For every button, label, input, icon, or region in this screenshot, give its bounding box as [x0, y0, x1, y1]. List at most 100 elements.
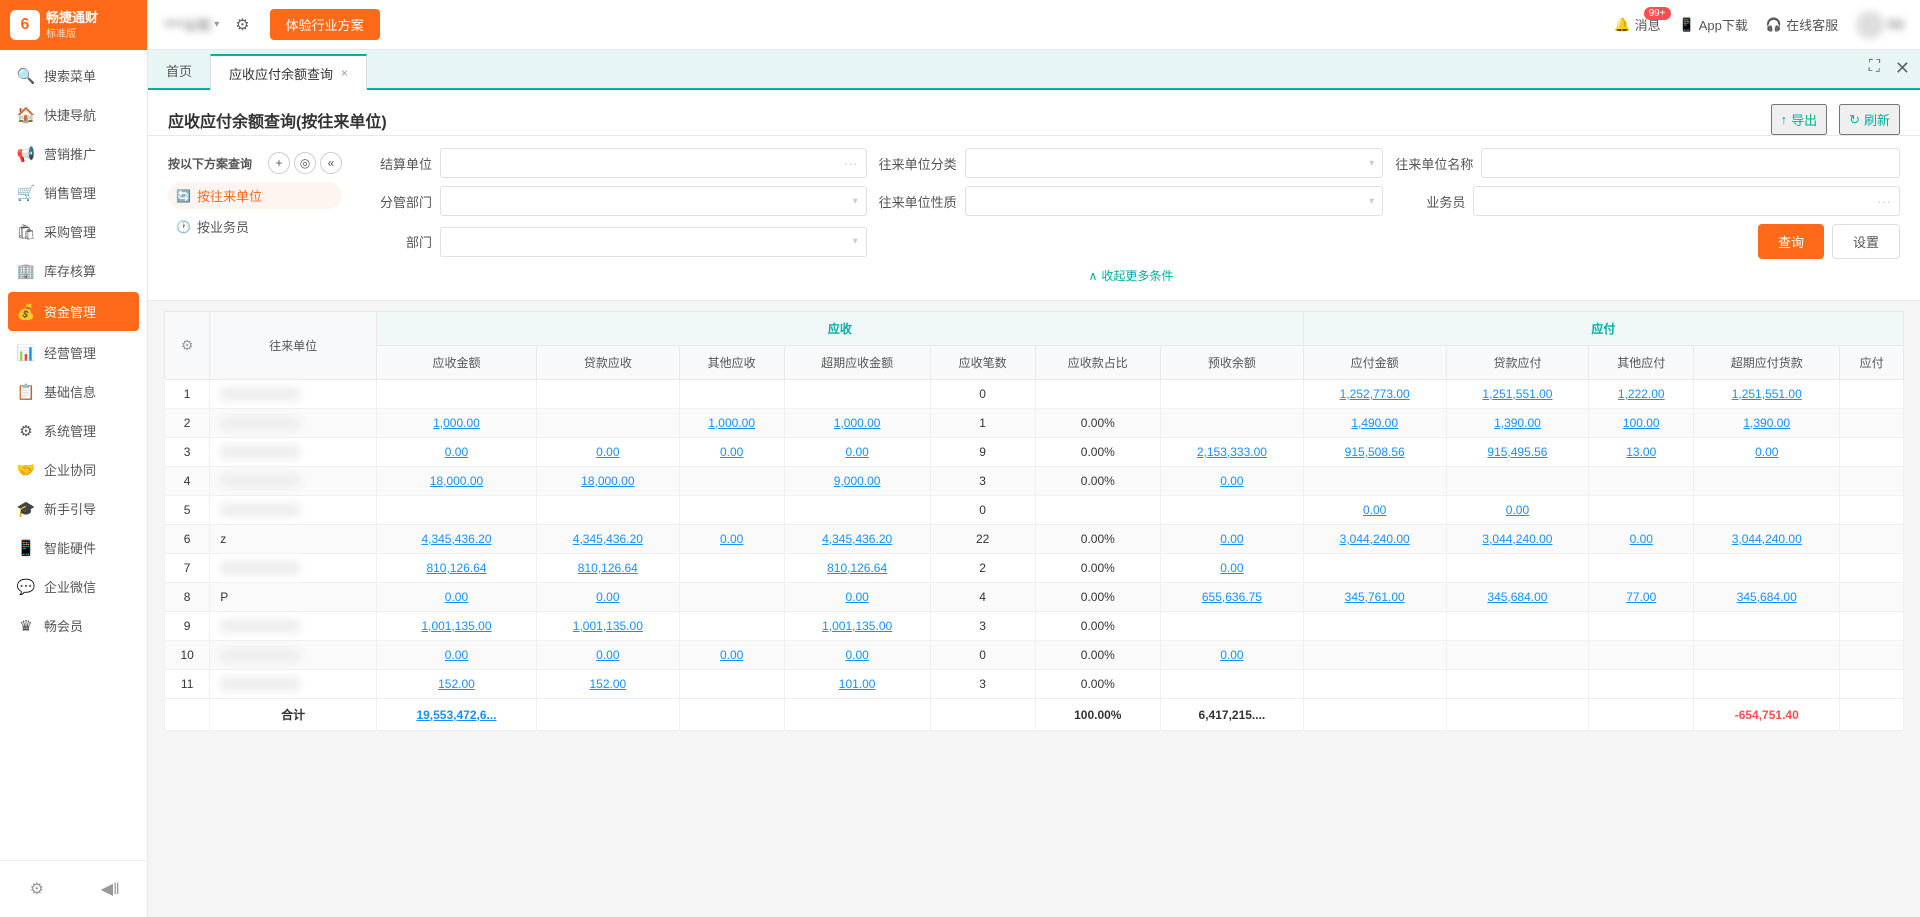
service-btn[interactable]: 🎧 在线客服 — [1766, 15, 1838, 34]
download-btn[interactable]: 📱 App下载 — [1679, 15, 1748, 34]
sidebar-item-search[interactable]: 🔍 搜索菜单 — [0, 56, 147, 95]
dropdown-arrow-icon: ▾ — [1369, 158, 1374, 169]
target-scheme-btn[interactable]: ◎ — [294, 152, 316, 174]
col-loan-payable: 贷款应付 — [1446, 346, 1589, 380]
table-row: 1████████01,252,773.001,251,551.001,222.… — [165, 380, 1904, 409]
field-unit-nature: 往来单位性质 ▾ — [879, 186, 1384, 216]
col-other-payable: 其他应付 — [1589, 346, 1694, 380]
promo-button[interactable]: 体验行业方案 — [270, 9, 380, 40]
logo-icon: 6 — [10, 10, 40, 40]
ellipsis-icon2[interactable]: ··· — [1877, 193, 1891, 209]
maximize-icon[interactable]: ⛶ — [1869, 58, 1880, 76]
refresh-button[interactable]: ↻ 刷新 — [1839, 104, 1900, 135]
col-overdue-receivable: 超期应收金额 — [784, 346, 930, 380]
dept-manager-select[interactable]: ▾ — [440, 186, 867, 216]
close-window-icon[interactable]: ✕ — [1895, 58, 1910, 79]
sidebar-item-guide[interactable]: 🎓 新手引导 — [0, 489, 147, 528]
nav-by-partner[interactable]: 🔄 按往来单位 — [168, 182, 342, 209]
download-icon: 📱 — [1679, 17, 1695, 33]
search-add-btns: + ◎ « — [268, 152, 342, 174]
field-unit-name: 往来单位名称 — [1395, 148, 1900, 178]
salesperson-input[interactable]: ··· — [1473, 186, 1900, 216]
group-payable-header: 应付 — [1303, 312, 1903, 346]
sidebar-item-hardware[interactable]: 📱 智能硬件 — [0, 528, 147, 567]
sidebar-item-inventory[interactable]: 🏢 库存核算 — [0, 251, 147, 290]
headset-icon: 🎧 — [1766, 17, 1782, 33]
refresh-icon: ↻ — [1849, 112, 1860, 128]
unit-nature-label: 往来单位性质 — [879, 192, 957, 211]
sidebar-menu: 🔍 搜索菜单 🏠 快捷导航 📢 营销推广 🛒 销售管理 🛍 采购管理 🏢 库存核… — [0, 50, 147, 860]
data-table: ⚙ 往来单位 应收 应付 应收金额 贷款应收 其他应收 超期应收金额 应收笔数 … — [164, 311, 1904, 731]
tab-active[interactable]: 应收应付余额查询 × — [210, 54, 367, 90]
col-payable-suffix: 应付 — [1840, 346, 1904, 380]
unit-name-input[interactable] — [1481, 148, 1900, 178]
sidebar-item-quicknav[interactable]: 🏠 快捷导航 — [0, 95, 147, 134]
page-header: 应收应付余额查询(按往来单位) ↑ 导出 ↻ 刷新 — [148, 90, 1920, 136]
sidebar-item-purchase[interactable]: 🛍 采购管理 — [0, 212, 147, 251]
collapse-more-btn[interactable]: ∧ 收起更多条件 — [362, 263, 1900, 288]
settings-btn[interactable]: ⚙ — [0, 871, 74, 907]
footer-label: 合计 — [210, 699, 377, 731]
col-receivable-count: 应收笔数 — [930, 346, 1035, 380]
table-settings-icon[interactable]: ⚙ — [181, 337, 194, 353]
unit-category-select[interactable]: ▾ — [965, 148, 1384, 178]
topbar: ****公司 ▾ ⚙ 体验行业方案 🔔 消息 99+ 📱 App下载 🎧 在线客… — [148, 0, 1920, 50]
topbar-right: 🔔 消息 99+ 📱 App下载 🎧 在线客服 Rit — [1614, 11, 1904, 39]
settings-button[interactable]: 设置 — [1832, 224, 1900, 259]
collapse-scheme-btn[interactable]: « — [320, 152, 342, 174]
group-receivable-header: 应收 — [377, 312, 1304, 346]
col-settings-header[interactable]: ⚙ — [165, 312, 210, 380]
hardware-icon: 📱 — [16, 539, 36, 557]
search-scheme-label: 按以下方案查询 — [168, 155, 252, 172]
footer-payable-amount: -654,751.40 — [1694, 699, 1840, 731]
sidebar-item-marketing[interactable]: 📢 营销推广 — [0, 134, 147, 173]
sysadmin-icon: ⚙ — [16, 422, 36, 440]
collapse-btn[interactable]: ◀‖ — [74, 871, 148, 907]
sidebar-item-wechat[interactable]: 💬 企业微信 — [0, 567, 147, 606]
wechat-icon: 💬 — [16, 578, 36, 596]
finance-icon: 💰 — [16, 303, 36, 321]
add-scheme-btn[interactable]: + — [268, 152, 290, 174]
bell-icon: 🔔 — [1614, 17, 1630, 33]
footer-receivable-amount[interactable]: 19,553,472,6... — [377, 699, 537, 731]
table-area: ⚙ 往来单位 应收 应付 应收金额 贷款应收 其他应收 超期应收金额 应收笔数 … — [148, 301, 1920, 917]
col-prepaid-balance: 预收余额 — [1161, 346, 1304, 380]
settlement-unit-input[interactable]: ··· — [440, 148, 867, 178]
query-button[interactable]: 查询 — [1758, 224, 1824, 259]
nav-by-salesperson[interactable]: 🕐 按业务员 — [168, 213, 342, 240]
sidebar-item-sales[interactable]: 🛒 销售管理 — [0, 173, 147, 212]
salesperson-label: 业务员 — [1395, 192, 1465, 211]
salesperson-icon: 🕐 — [176, 220, 191, 234]
notification-btn[interactable]: 🔔 消息 99+ — [1614, 15, 1660, 34]
sidebar-item-operations[interactable]: 📊 经营管理 — [0, 333, 147, 372]
table-row: 10████████0.000.000.000.0000.00%0.00 — [165, 641, 1904, 670]
page-actions: ↑ 导出 ↻ 刷新 — [1771, 104, 1900, 135]
table-row: 5████████00.000.00 — [165, 496, 1904, 525]
sidebar-item-sysadmin[interactable]: ⚙ 系统管理 — [0, 411, 147, 450]
search-fields-area: 结算单位 ··· 往来单位分类 ▾ 往来单位 — [362, 148, 1900, 288]
settlement-unit-label: 结算单位 — [362, 154, 432, 173]
department-select[interactable]: ▾ — [440, 227, 867, 257]
tab-close-icon[interactable]: × — [341, 66, 348, 80]
field-unit-category: 往来单位分类 ▾ — [879, 148, 1384, 178]
topbar-gear-icon[interactable]: ⚙ — [235, 15, 249, 35]
dropdown-arrow-icon4: ▾ — [853, 236, 858, 247]
home-icon: 🏠 — [16, 106, 36, 124]
unit-nature-select[interactable]: ▾ — [965, 186, 1384, 216]
col-receivable-ratio: 应收款占比 — [1035, 346, 1160, 380]
partner-icon: 🔄 — [176, 189, 191, 203]
footer-prepaid-balance: 6,417,215.... — [1161, 699, 1304, 731]
app-name: 畅捷通财 — [46, 10, 98, 26]
tab-home[interactable]: 首页 — [148, 52, 210, 88]
export-button[interactable]: ↑ 导出 — [1771, 104, 1828, 135]
user-profile[interactable]: Rit — [1856, 11, 1904, 39]
col-overdue-payable: 超期应付货款 — [1694, 346, 1840, 380]
ellipsis-icon[interactable]: ··· — [844, 155, 858, 171]
sidebar-item-vip[interactable]: ♛ 畅会员 — [0, 606, 147, 645]
sidebar-item-basicinfo[interactable]: 📋 基础信息 — [0, 372, 147, 411]
field-settlement-unit: 结算单位 ··· — [362, 148, 867, 178]
sidebar-item-enterprise[interactable]: 🤝 企业协同 — [0, 450, 147, 489]
dept-manager-label: 分管部门 — [362, 192, 432, 211]
table-row: 3████████0.000.000.000.0090.00%2,153,333… — [165, 438, 1904, 467]
sidebar-item-finance[interactable]: 💰 资金管理 — [8, 292, 139, 331]
